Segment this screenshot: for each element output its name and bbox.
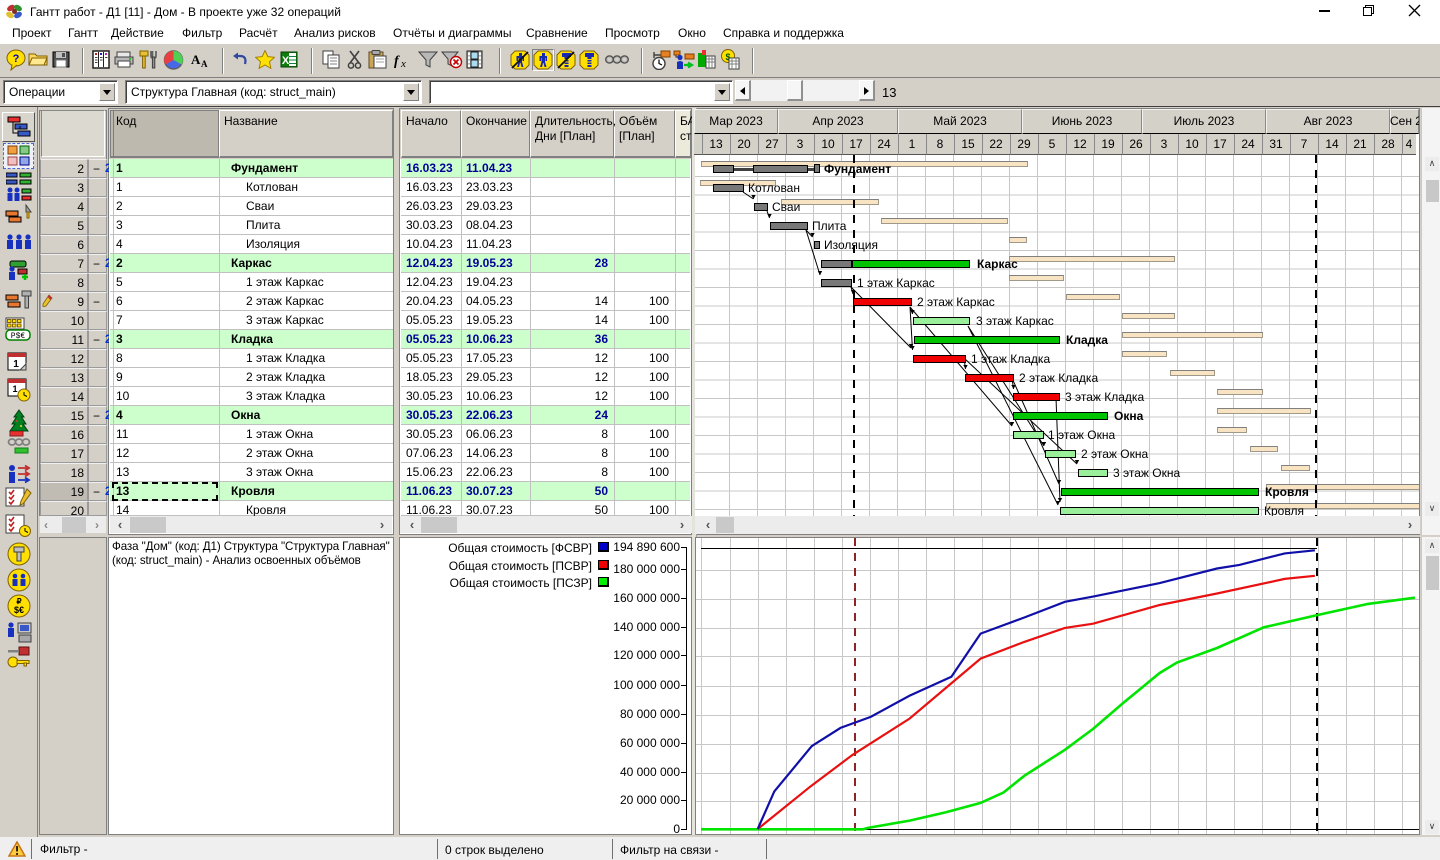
svg-text:f: f <box>394 54 400 68</box>
svg-text:A: A <box>201 59 208 68</box>
svg-text:$€: $€ <box>14 605 24 615</box>
svg-text:x: x <box>400 58 406 68</box>
svg-text:X: X <box>282 55 290 67</box>
svg-text:A: A <box>191 52 201 67</box>
svg-text:1: 1 <box>12 384 17 394</box>
svg-text:?: ? <box>13 53 20 65</box>
svg-text:1: 1 <box>13 359 19 370</box>
svg-text:P$€: P$€ <box>11 332 26 341</box>
